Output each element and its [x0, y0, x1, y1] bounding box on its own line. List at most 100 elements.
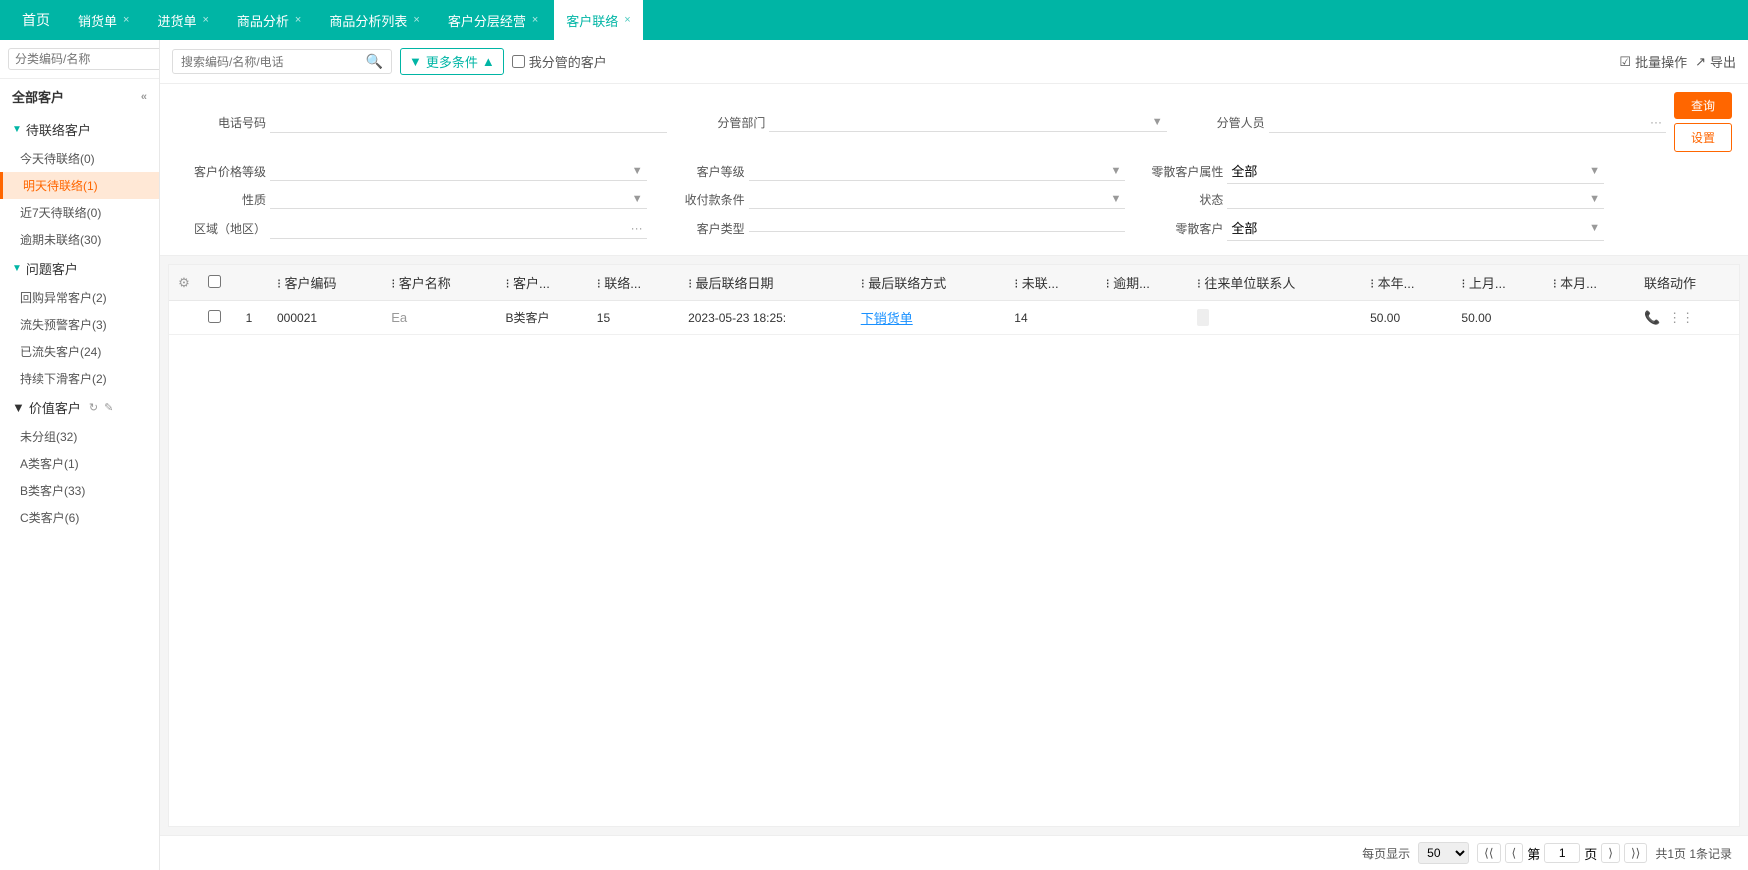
dept-label: 分管部门: [675, 114, 765, 131]
search-icon[interactable]: 🔍: [366, 53, 383, 70]
retail-cust-cell: 零散客户 全部 ▼: [1133, 215, 1604, 241]
price-level-select[interactable]: ▼: [270, 162, 647, 181]
sidebar-all-customers[interactable]: 全部客户 «: [0, 79, 159, 114]
chevron-up-icon: ▲: [482, 54, 495, 69]
page-number-input[interactable]: [1544, 843, 1580, 863]
last-method-link[interactable]: 下销货单: [861, 311, 913, 326]
sidebar-value-section[interactable]: ▼ 价值客户 ↻ ✎: [0, 392, 159, 423]
region-select[interactable]: ···: [270, 218, 647, 239]
arrow-down-icon: ▼: [12, 263, 22, 274]
retail-attr-select[interactable]: 全部 ▼: [1227, 158, 1604, 184]
my-customers-checkbox[interactable]: 我分管的客户: [512, 52, 607, 71]
payment-cell: 收付款条件 ▼: [655, 190, 1126, 209]
row-last-date: 2023-05-23 18:25:: [680, 301, 853, 335]
sidebar-item-tomorrow-pending[interactable]: 明天待联络(1): [0, 172, 159, 199]
nav-customer-tier[interactable]: 客户分层经营 ×: [436, 0, 550, 40]
person-label: 分管人员: [1175, 114, 1265, 131]
nav-purchase-order[interactable]: 进货单 ×: [145, 0, 220, 40]
batch-operation-button[interactable]: ☑ 批量操作: [1619, 52, 1687, 71]
retail-cust-select[interactable]: 全部 ▼: [1227, 215, 1604, 241]
close-icon[interactable]: ×: [413, 14, 419, 26]
sidebar-item-declining[interactable]: 持续下滑客户(2): [0, 365, 159, 392]
col-contact-count: ⁝ 联络...: [589, 265, 680, 301]
more-action-icon[interactable]: ⋮⋮: [1668, 310, 1694, 326]
pagination: ⟨⟨ ⟨ 第 页 ⟩ ⟩⟩: [1477, 843, 1647, 863]
last-page-button[interactable]: ⟩⟩: [1624, 843, 1647, 863]
dept-select[interactable]: ▼: [769, 113, 1166, 132]
row-code: 000021: [269, 301, 383, 335]
sidebar-item-today-pending[interactable]: 今天待联络(0): [0, 145, 159, 172]
status-select[interactable]: ▼: [1227, 190, 1604, 209]
phone-action-icon[interactable]: 📞: [1644, 310, 1660, 326]
sidebar-item-a-class[interactable]: A类客户(1): [0, 450, 159, 477]
prev-page-button[interactable]: ⟨: [1505, 843, 1524, 863]
content-area: 🔍 ▼ 更多条件 ▲ 我分管的客户 ☑ 批量操作 ↗ 导出: [160, 40, 1748, 870]
col-setting: ⚙: [169, 265, 199, 301]
col-unit-contact: ⁝ 往来单位联系人: [1189, 265, 1362, 301]
more-icon[interactable]: ···: [1650, 115, 1662, 129]
search-input[interactable]: [181, 55, 366, 69]
sidebar-item-ungrouped[interactable]: 未分组(32): [0, 423, 159, 450]
my-customers-check[interactable]: [512, 55, 525, 68]
row-name[interactable]: Ea: [383, 301, 497, 335]
person-select[interactable]: ···: [1269, 112, 1666, 133]
nav-product-analysis-list[interactable]: 商品分析列表 ×: [317, 0, 431, 40]
sidebar-item-b-class[interactable]: B类客户(33): [0, 477, 159, 504]
export-button[interactable]: ↗ 导出: [1695, 52, 1736, 71]
sidebar-item-repurchase-abnormal[interactable]: 回购异常客户(2): [0, 284, 159, 311]
sidebar-item-churned[interactable]: 已流失客户(24): [0, 338, 159, 365]
row-contact-count: 15: [589, 301, 680, 335]
row-last-method[interactable]: 下销货单: [853, 301, 1007, 335]
phone-input[interactable]: [270, 112, 667, 133]
more-icon[interactable]: ···: [631, 221, 643, 235]
cust-type-select[interactable]: [749, 225, 1126, 232]
col-this-year: ⁝ 本年...: [1362, 265, 1453, 301]
chevron-down-icon: ▼: [1589, 193, 1600, 205]
sidebar-item-c-class[interactable]: C类客户(6): [0, 504, 159, 531]
sidebar-item-overdue-contact[interactable]: 逾期未联络(30): [0, 226, 159, 253]
next-page-button[interactable]: ⟩: [1601, 843, 1620, 863]
nav-sales-order[interactable]: 销货单 ×: [66, 0, 141, 40]
sidebar-pending-section[interactable]: ▼ 待联络客户: [0, 114, 159, 145]
row-last-month: 50.00: [1453, 301, 1544, 335]
nav-customer-contact[interactable]: 客户联络 ×: [554, 0, 642, 40]
sidebar-item-7day-pending[interactable]: 近7天待联络(0): [0, 199, 159, 226]
nav-product-analysis[interactable]: 商品分析 ×: [225, 0, 313, 40]
row-select-checkbox[interactable]: [208, 310, 221, 323]
close-icon[interactable]: ×: [532, 14, 538, 26]
row-overdue: [1098, 301, 1189, 335]
col-check: [199, 265, 229, 301]
row-this-year: 50.00: [1362, 301, 1453, 335]
nav-home[interactable]: 首页: [10, 0, 62, 40]
close-icon[interactable]: ×: [295, 14, 301, 26]
close-icon[interactable]: ×: [624, 14, 630, 26]
select-all-checkbox[interactable]: [208, 275, 221, 288]
person-cell: 分管人员 ···: [1175, 112, 1666, 133]
set-button[interactable]: 设置: [1674, 123, 1732, 152]
row-checkbox[interactable]: [199, 301, 229, 335]
row-index: 1: [229, 301, 269, 335]
cust-level-select[interactable]: ▼: [749, 162, 1126, 181]
table-row: 1 000021 Ea B类客户 15 2023-05-23 18:25: 下销…: [169, 301, 1739, 335]
col-customer-name: ⁝ 客户名称: [383, 265, 497, 301]
phone-cell: 电话号码: [176, 112, 667, 133]
col-customer-type: ⁝ 客户...: [498, 265, 589, 301]
advanced-filter: 电话号码 分管部门 ▼ 分管人员 ···: [160, 84, 1748, 256]
close-icon[interactable]: ×: [202, 14, 208, 26]
sidebar-problem-section[interactable]: ▼ 问题客户: [0, 253, 159, 284]
payment-select[interactable]: ▼: [749, 190, 1126, 209]
nature-select[interactable]: ▼: [270, 190, 647, 209]
sidebar-item-churn-warning[interactable]: 流失预警客户(3): [0, 311, 159, 338]
close-icon[interactable]: ×: [123, 14, 129, 26]
settings-icon[interactable]: ⚙: [178, 275, 190, 290]
row-this-month: [1545, 301, 1636, 335]
chevron-down-icon: ▼: [1589, 165, 1600, 177]
checkbox-icon: ☑: [1619, 54, 1631, 70]
edit-icon[interactable]: ✎: [104, 401, 113, 414]
per-page-select[interactable]: 50 100 200: [1418, 842, 1469, 864]
more-conditions-button[interactable]: ▼ 更多条件 ▲: [400, 48, 504, 75]
query-button[interactable]: 查询: [1674, 92, 1732, 119]
first-page-button[interactable]: ⟨⟨: [1477, 843, 1500, 863]
sidebar-search-input[interactable]: [8, 48, 160, 70]
refresh-icon[interactable]: ↻: [89, 401, 98, 414]
